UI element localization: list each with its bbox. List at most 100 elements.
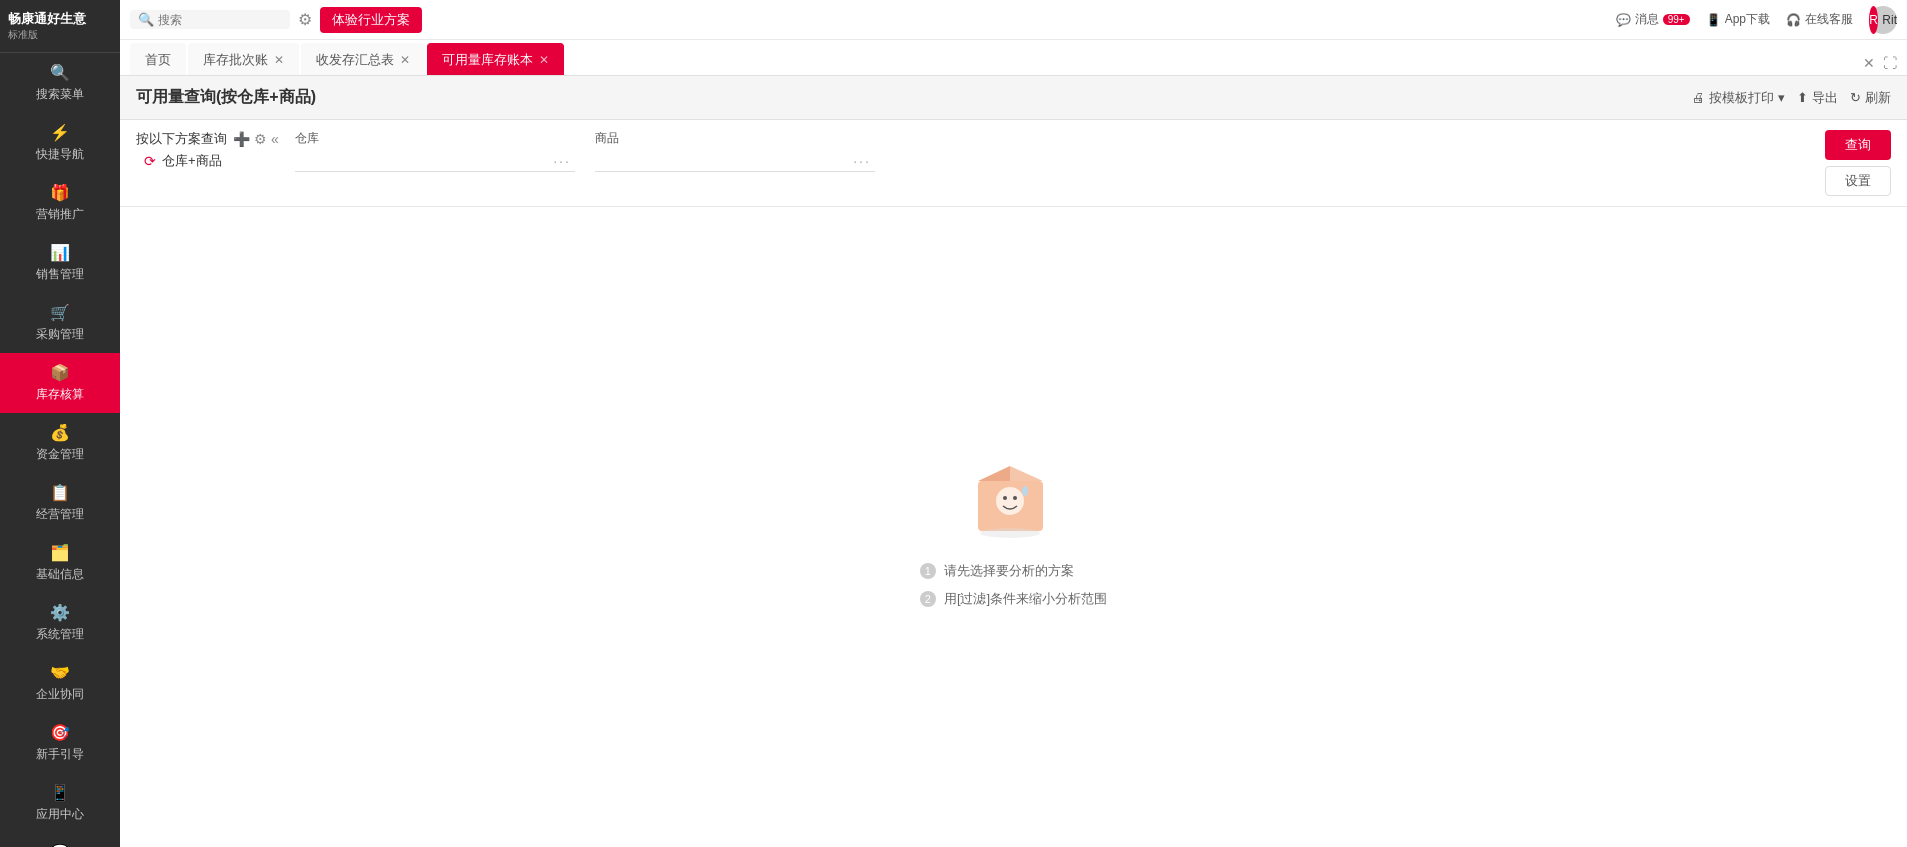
empty-tip-2: 2 用[过滤]条件来缩小分析范围	[920, 590, 1107, 608]
page-title: 可用量查询(按仓库+商品)	[136, 87, 316, 108]
sidebar-item-label-sales: 销售管理	[36, 266, 84, 283]
window-controls: ✕ ⛶	[1863, 55, 1897, 75]
tab-home[interactable]: 首页	[130, 43, 186, 75]
tip-num-1: 1	[920, 563, 936, 579]
avatar[interactable]: R Rit	[1869, 6, 1897, 34]
filter-scheme-list: ⟳ 仓库+商品	[136, 148, 279, 174]
export-btn[interactable]: ⬆ 导出	[1797, 89, 1838, 107]
basic-icon: 🗂️	[50, 543, 70, 562]
search-icon: 🔍	[50, 63, 70, 82]
marketing-icon: 🎁	[50, 183, 70, 202]
empty-tip-1: 1 请先选择要分析的方案	[920, 562, 1107, 580]
sidebar-item-label-inventory: 库存核算	[36, 386, 84, 403]
collapse-icon[interactable]: «	[271, 131, 279, 147]
product-more-icon[interactable]: ···	[853, 153, 871, 169]
sidebar-item-label-purchase: 采购管理	[36, 326, 84, 343]
query-button[interactable]: 查询	[1825, 130, 1891, 160]
maximize-icon[interactable]: ⛶	[1883, 55, 1897, 71]
svg-point-5	[1013, 496, 1017, 500]
sidebar-item-marketing[interactable]: 🎁 营销推广	[0, 173, 120, 233]
scheme-icon: ⟳	[144, 153, 156, 169]
refresh-btn[interactable]: ↻ 刷新	[1850, 89, 1891, 107]
search-input[interactable]	[158, 13, 278, 27]
filter-fields: 仓库 ··· 商品 ···	[295, 130, 1809, 172]
page-header: 可用量查询(按仓库+商品) 🖨 按模板打印 ▾ ⬆ 导出 ↻ 刷新	[120, 76, 1907, 120]
sidebar-item-newbie[interactable]: 🎯 新手引导	[0, 713, 120, 773]
wechat-icon: 💬	[50, 843, 70, 847]
tab-close-available-ledger[interactable]: ✕	[539, 53, 549, 67]
sidebar-item-system[interactable]: ⚙️ 系统管理	[0, 593, 120, 653]
topbar: 🔍 ⚙ 体验行业方案 💬 消息 99+ 📱 App下载 🎧 在线客服 R Rit	[120, 0, 1907, 40]
settings-button[interactable]: 设置	[1825, 166, 1891, 196]
message-icon: 💬	[1616, 13, 1631, 27]
inventory-icon: 📦	[50, 363, 70, 382]
warehouse-more-icon[interactable]: ···	[553, 153, 571, 169]
tab-receipt-summary[interactable]: 收发存汇总表✕	[301, 43, 425, 75]
sidebar-item-finance[interactable]: 💰 资金管理	[0, 413, 120, 473]
message-label: 消息	[1635, 11, 1659, 28]
export-label: 导出	[1812, 89, 1838, 107]
sidebar-logo: 畅康通好生意 标准版	[0, 0, 120, 53]
sidebar-item-sales[interactable]: 📊 销售管理	[0, 233, 120, 293]
sidebar-item-search[interactable]: 🔍 搜索菜单	[0, 53, 120, 113]
settings-scheme-icon[interactable]: ⚙	[254, 131, 267, 147]
export-icon: ⬆	[1797, 90, 1808, 105]
sidebar-item-label-newbie: 新手引导	[36, 746, 84, 763]
app-icon: 📱	[1706, 13, 1721, 27]
online-service-label: 在线客服	[1805, 11, 1853, 28]
scheme-item-label: 仓库+商品	[162, 152, 222, 170]
gear-icon[interactable]: ⚙	[298, 10, 312, 29]
app-download-btn[interactable]: 📱 App下载	[1706, 11, 1770, 28]
empty-tips: 1 请先选择要分析的方案 2 用[过滤]条件来缩小分析范围	[920, 562, 1107, 608]
logo-sub: 标准版	[8, 28, 112, 42]
template-print-label: 按模板打印	[1709, 89, 1774, 107]
user-name: Rit	[1882, 13, 1897, 27]
sidebar-item-enterprise[interactable]: 🤝 企业协同	[0, 653, 120, 713]
warehouse-input[interactable]	[299, 154, 545, 169]
empty-state: 1 请先选择要分析的方案 2 用[过滤]条件来缩小分析范围	[920, 446, 1107, 608]
filter-scheme-actions: ➕ ⚙ «	[233, 131, 279, 147]
app-center-icon: 📱	[50, 783, 70, 802]
sidebar-item-wechat[interactable]: 💬 企业微信	[0, 833, 120, 847]
sidebar-scroll: 🔍 搜索菜单 ⚡ 快捷导航 🎁 营销推广 📊 销售管理 🛒 采购管理 📦 库存核…	[0, 53, 120, 847]
add-scheme-icon[interactable]: ➕	[233, 131, 250, 147]
topbar-right: 💬 消息 99+ 📱 App下载 🎧 在线客服 R Rit	[1616, 6, 1897, 34]
product-input[interactable]	[599, 154, 845, 169]
sidebar-item-operations[interactable]: 📋 经营管理	[0, 473, 120, 533]
industry-btn[interactable]: 体验行业方案	[320, 7, 422, 33]
scheme-item-warehouse-product[interactable]: ⟳ 仓库+商品	[136, 148, 279, 174]
message-btn[interactable]: 💬 消息 99+	[1616, 11, 1690, 28]
sidebar-item-quick-nav[interactable]: ⚡ 快捷导航	[0, 113, 120, 173]
sidebar-item-basic[interactable]: 🗂️ 基础信息	[0, 533, 120, 593]
enterprise-icon: 🤝	[50, 663, 70, 682]
tip-text-2: 用[过滤]条件来缩小分析范围	[944, 590, 1107, 608]
product-input-row: ···	[595, 151, 875, 172]
online-service-btn[interactable]: 🎧 在线客服	[1786, 11, 1853, 28]
sidebar-item-purchase[interactable]: 🛒 采购管理	[0, 293, 120, 353]
main-area: 🔍 ⚙ 体验行业方案 💬 消息 99+ 📱 App下载 🎧 在线客服 R Rit	[120, 0, 1907, 847]
sidebar-item-label-basic: 基础信息	[36, 566, 84, 583]
tab-close-batch-account[interactable]: ✕	[274, 53, 284, 67]
sidebar-item-label-search: 搜索菜单	[36, 86, 84, 103]
search-icon: 🔍	[138, 12, 154, 27]
template-print-btn[interactable]: 🖨 按模板打印 ▾	[1692, 89, 1785, 107]
newbie-icon: 🎯	[50, 723, 70, 742]
tab-available-ledger[interactable]: 可用量库存账本✕	[427, 43, 564, 75]
close-window-icon[interactable]: ✕	[1863, 55, 1875, 71]
svg-marker-2	[1010, 466, 1043, 481]
tab-close-receipt-summary[interactable]: ✕	[400, 53, 410, 67]
service-icon: 🎧	[1786, 13, 1801, 27]
sidebar-item-inventory[interactable]: 📦 库存核算	[0, 353, 120, 413]
tip-text-1: 请先选择要分析的方案	[944, 562, 1074, 580]
sidebar: 畅康通好生意 标准版 🔍 搜索菜单 ⚡ 快捷导航 🎁 营销推广 📊 销售管理 🛒…	[0, 0, 120, 847]
tab-label-home: 首页	[145, 51, 171, 69]
topbar-search-box[interactable]: 🔍	[130, 10, 290, 29]
tab-label-batch-account: 库存批次账	[203, 51, 268, 69]
sidebar-item-label-enterprise: 企业协同	[36, 686, 84, 703]
sidebar-item-app-center[interactable]: 📱 应用中心	[0, 773, 120, 833]
tab-batch-account[interactable]: 库存批次账 ✕	[188, 43, 299, 75]
operations-icon: 📋	[50, 483, 70, 502]
avatar-img: R	[1869, 6, 1878, 34]
sidebar-item-label-system: 系统管理	[36, 626, 84, 643]
sidebar-item-label-operations: 经营管理	[36, 506, 84, 523]
